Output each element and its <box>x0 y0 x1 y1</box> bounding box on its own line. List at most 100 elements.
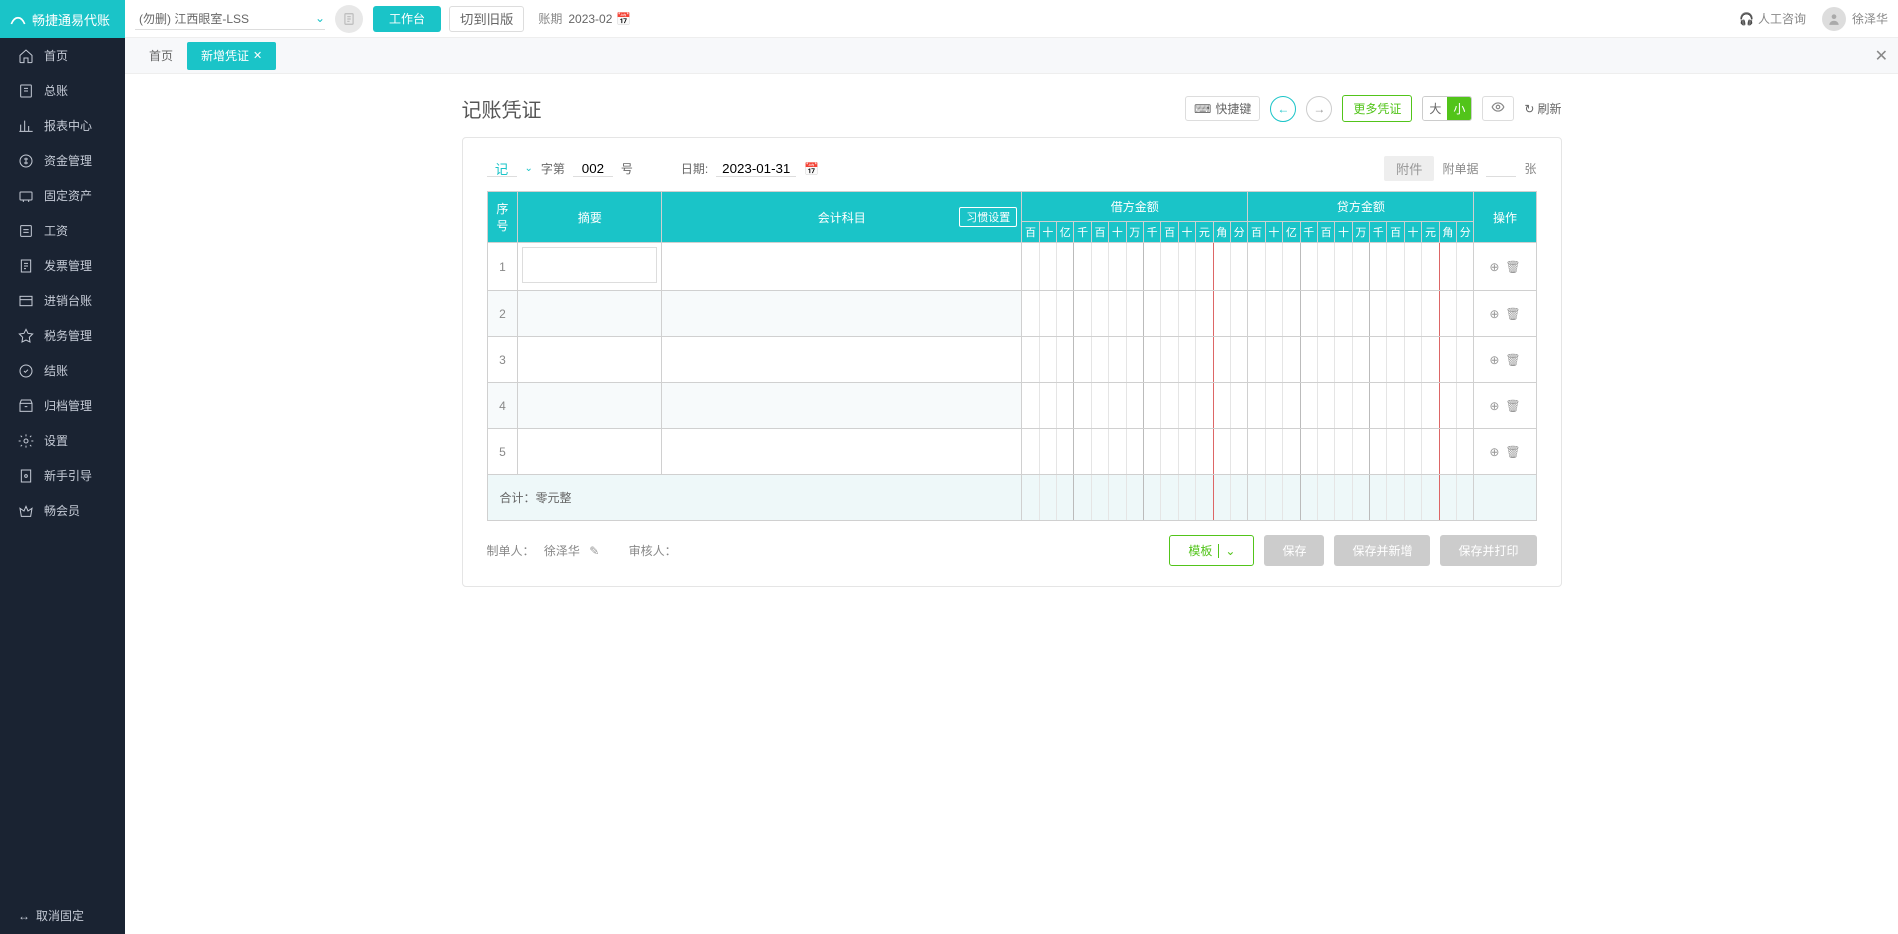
user-menu[interactable]: 徐泽华 <box>1822 7 1888 31</box>
tab-close-icon[interactable]: ✕ <box>253 49 262 62</box>
sidebar-item-guide[interactable]: 新手引导 <box>0 458 125 493</box>
date-calendar-icon[interactable]: 📅 <box>804 162 819 176</box>
account-cell[interactable] <box>662 291 1022 337</box>
col-credit: 贷方金额 <box>1248 192 1474 222</box>
calendar-icon[interactable]: 📅 <box>616 12 631 26</box>
old-version-button[interactable]: 切到旧版 <box>449 6 524 32</box>
workbench-button[interactable]: 工作台 <box>373 6 441 32</box>
app-logo: 畅捷通易代账 <box>0 0 125 38</box>
digit-col: 百 <box>1161 222 1178 243</box>
doc-icon[interactable] <box>335 5 363 33</box>
maker-name: 徐泽华 <box>544 544 580 558</box>
summary-cell[interactable] <box>518 243 662 291</box>
prev-voucher-button[interactable]: ← <box>1270 96 1296 122</box>
sidebar-item-tax[interactable]: 税务管理 <box>0 318 125 353</box>
debit-cell[interactable] <box>1022 337 1248 383</box>
voucher-card: ⌄ 字第 号 日期: 📅 附件 附单据 张 <box>462 137 1562 587</box>
sidebar-item-jxc[interactable]: 进销台账 <box>0 283 125 318</box>
account-cell[interactable] <box>662 383 1022 429</box>
account-cell[interactable] <box>662 429 1022 475</box>
asset-icon <box>18 188 34 204</box>
save-button[interactable]: 保存 <box>1264 535 1324 566</box>
delete-row-icon[interactable]: 🗑 <box>1505 445 1520 459</box>
save-new-button[interactable]: 保存并新增 <box>1334 535 1430 566</box>
attachment-button[interactable]: 附件 <box>1384 156 1435 181</box>
sidebar-item-asset[interactable]: 固定资产 <box>0 178 125 213</box>
tab-首页[interactable]: 首页 <box>135 42 187 70</box>
sidebar-item-vip[interactable]: 畅会员 <box>0 493 125 528</box>
sidebar-item-chart[interactable]: 报表中心 <box>0 108 125 143</box>
table-row: 3⊕🗑 <box>487 337 1536 383</box>
sidebar-item-settings[interactable]: 设置 <box>0 423 125 458</box>
habit-settings-button[interactable]: 习惯设置 <box>959 207 1017 227</box>
edit-maker-icon[interactable]: ✎ <box>589 544 599 558</box>
sidebar-item-ledger[interactable]: 总账 <box>0 73 125 108</box>
save-print-button[interactable]: 保存并打印 <box>1440 535 1536 566</box>
sidebar-item-label: 新手引导 <box>44 467 92 484</box>
row-index: 2 <box>487 291 518 337</box>
sidebar-pin-toggle[interactable]: ↔ 取消固定 <box>0 897 125 934</box>
more-vouchers-button[interactable]: 更多凭证 <box>1342 95 1412 122</box>
eye-icon <box>1491 100 1505 114</box>
voucher-type-input[interactable] <box>487 161 517 177</box>
salary-icon <box>18 223 34 239</box>
debit-cell[interactable] <box>1022 383 1248 429</box>
summary-input[interactable] <box>522 247 657 283</box>
period-value[interactable]: 2023-02 <box>568 12 612 26</box>
copy-row-icon[interactable]: ⊕ <box>1489 307 1499 321</box>
voucher-type-chevron-icon[interactable]: ⌄ <box>525 163 533 174</box>
template-button[interactable]: 模板 ⌄ <box>1169 535 1254 566</box>
close-tab-icon[interactable]: ✕ <box>1875 46 1888 66</box>
voucher-number-input[interactable] <box>573 161 613 177</box>
sidebar-item-salary[interactable]: 工资 <box>0 213 125 248</box>
copy-row-icon[interactable]: ⊕ <box>1489 399 1499 413</box>
sidebar-item-fund[interactable]: 资金管理 <box>0 143 125 178</box>
debit-cell[interactable] <box>1022 243 1248 291</box>
voucher-date-input[interactable] <box>716 161 796 177</box>
credit-cell[interactable] <box>1248 383 1474 429</box>
sidebar-item-invoice[interactable]: 发票管理 <box>0 248 125 283</box>
invoice-icon <box>18 258 34 274</box>
sidebar-item-settle[interactable]: 结账 <box>0 353 125 388</box>
shortcut-button[interactable]: ⌨ 快捷键 <box>1185 96 1260 121</box>
credit-cell[interactable] <box>1248 243 1474 291</box>
sidebar-item-label: 进销台账 <box>44 292 92 309</box>
sidebar-item-archive[interactable]: 归档管理 <box>0 388 125 423</box>
chevron-down-icon: ⌄ <box>315 11 325 25</box>
digit-col: 分 <box>1230 222 1247 243</box>
tab-新增凭证[interactable]: 新增凭证✕ <box>187 42 276 70</box>
digit-col: 角 <box>1439 222 1456 243</box>
preview-button[interactable] <box>1482 96 1514 121</box>
credit-cell[interactable] <box>1248 429 1474 475</box>
topbar: (勿删) 江西眼室-LSS ⌄ 工作台 切到旧版 账期 2023-02 📅 🎧 … <box>125 0 1898 38</box>
company-selector[interactable]: (勿删) 江西眼室-LSS ⌄ <box>135 8 325 30</box>
summary-cell[interactable] <box>518 429 662 475</box>
copy-row-icon[interactable]: ⊕ <box>1489 445 1499 459</box>
size-small-option[interactable]: 小 <box>1447 97 1471 120</box>
credit-cell[interactable] <box>1248 337 1474 383</box>
delete-row-icon[interactable]: 🗑 <box>1505 260 1520 274</box>
summary-cell[interactable] <box>518 337 662 383</box>
size-large-option[interactable]: 大 <box>1423 97 1447 120</box>
summary-cell[interactable] <box>518 291 662 337</box>
copy-row-icon[interactable]: ⊕ <box>1489 353 1499 367</box>
next-voucher-button[interactable]: → <box>1306 96 1332 122</box>
account-cell[interactable] <box>662 243 1022 291</box>
refresh-button[interactable]: ↻ 刷新 <box>1524 100 1561 117</box>
delete-row-icon[interactable]: 🗑 <box>1505 353 1520 367</box>
sidebar: 畅捷通易代账 首页总账报表中心资金管理固定资产工资发票管理进销台账税务管理结账归… <box>0 0 125 934</box>
debit-cell[interactable] <box>1022 429 1248 475</box>
debit-cell[interactable] <box>1022 291 1248 337</box>
account-cell[interactable] <box>662 337 1022 383</box>
sidebar-item-home[interactable]: 首页 <box>0 38 125 73</box>
consult-link[interactable]: 🎧 人工咨询 <box>1739 10 1806 27</box>
col-op: 操作 <box>1474 192 1536 243</box>
summary-cell[interactable] <box>518 383 662 429</box>
total-credit <box>1248 475 1474 521</box>
attachment-count-input[interactable] <box>1486 161 1516 177</box>
delete-row-icon[interactable]: 🗑 <box>1505 399 1520 413</box>
credit-cell[interactable] <box>1248 291 1474 337</box>
copy-row-icon[interactable]: ⊕ <box>1489 260 1499 274</box>
settle-icon <box>18 363 34 379</box>
delete-row-icon[interactable]: 🗑 <box>1505 307 1520 321</box>
